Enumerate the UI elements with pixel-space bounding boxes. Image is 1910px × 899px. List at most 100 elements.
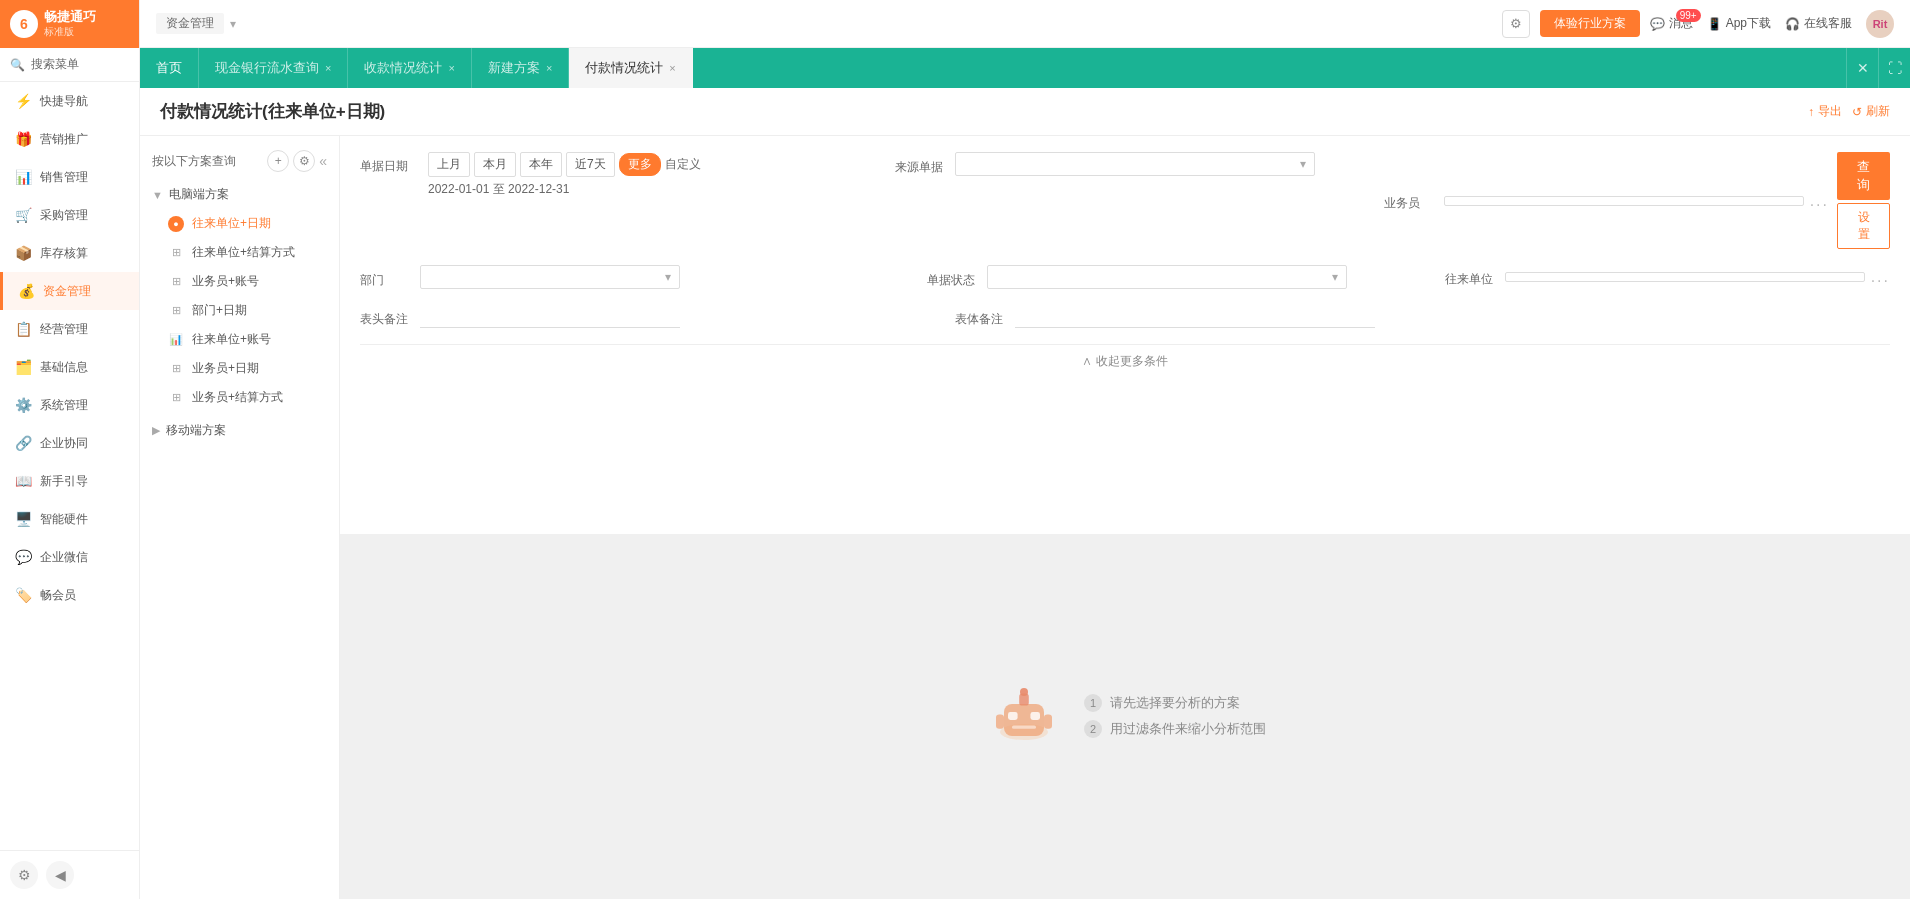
industry-button[interactable]: 体验行业方案 [1540, 10, 1640, 37]
sidebar-item-sales[interactable]: 📊 销售管理 [0, 158, 139, 196]
scheme-item-partner-settle[interactable]: ⊞ 往来单位+结算方式 [140, 238, 339, 267]
sidebar-item-label: 采购管理 [40, 207, 88, 224]
tab-receipt-stats-close[interactable]: × [448, 62, 454, 74]
sidebar-item-inventory[interactable]: 📦 库存核算 [0, 234, 139, 272]
tab-cash-flow-label: 现金银行流水查询 [215, 59, 319, 77]
messages-button[interactable]: 💬 消息 99+ [1650, 15, 1693, 32]
topbar-gear-button[interactable]: ⚙ [1502, 10, 1530, 38]
scheme-item-salesman-settle[interactable]: ⊞ 业务员+结算方式 [140, 383, 339, 412]
sidebar-item-label: 快捷导航 [40, 93, 88, 110]
tab-payment-stats[interactable]: 付款情况统计 × [569, 48, 692, 88]
scheme-item-salesman-account[interactable]: ⊞ 业务员+账号 [140, 267, 339, 296]
logo-icon: 6 [10, 10, 38, 38]
sidebar-item-label: 企业微信 [40, 549, 88, 566]
source-select[interactable]: ▾ [955, 152, 1315, 176]
partner-more-button[interactable]: ... [1871, 268, 1890, 286]
scheme-item-partner-date[interactable]: ● 往来单位+日期 [140, 209, 339, 238]
messages-badge: 99+ [1676, 9, 1701, 22]
collapse-label: 收起更多条件 [1096, 354, 1168, 368]
collapse-icon: ∧ [1082, 354, 1092, 368]
tip-text-2: 用过滤条件来缩小分析范围 [1110, 720, 1266, 738]
salesman-select[interactable] [1444, 196, 1804, 206]
scheme-item-label-3: 部门+日期 [192, 302, 247, 319]
sidebar-item-quick-nav[interactable]: ⚡ 快捷导航 [0, 82, 139, 120]
app-download-button[interactable]: 📱 App下载 [1707, 15, 1771, 32]
settings-button[interactable]: 设置 [1837, 203, 1890, 249]
tab-payment-stats-close[interactable]: × [669, 62, 675, 74]
sidebar-item-label: 智能硬件 [40, 511, 88, 528]
filter-row-2: 部门 ▾ 单据状态 ▾ [360, 265, 1890, 289]
date-7days[interactable]: 近7天 [566, 152, 615, 177]
tab-receipt-stats[interactable]: 收款情况统计 × [348, 48, 471, 88]
search-label: 搜索菜单 [31, 56, 79, 73]
app-icon: 📱 [1707, 17, 1722, 31]
salesman-filter-label: 业务员 [1384, 189, 1444, 212]
sidebar-item-purchase[interactable]: 🛒 采购管理 [0, 196, 139, 234]
salesman-filter: 业务员 ... 查询 设置 [1384, 152, 1890, 249]
scheme-desktop-group: ▼ 电脑端方案 ● 往来单位+日期 ⊞ 往来单位+结算方式 ⊞ 业务员+账号 [140, 180, 339, 412]
tab-new-plan-close[interactable]: × [546, 62, 552, 74]
window-maximize-button[interactable]: ⛶ [1878, 48, 1910, 88]
sidebar-item-capital[interactable]: 💰 资金管理 [0, 272, 139, 310]
tab-new-plan[interactable]: 新建方案 × [472, 48, 569, 88]
sidebar-item-wechat[interactable]: 💬 企业微信 [0, 538, 139, 576]
sidebar-nav: ⚡ 快捷导航 🎁 营销推广 📊 销售管理 🛒 采购管理 📦 库存核算 💰 资金管… [0, 82, 139, 850]
body-remark-label: 表体备注 [955, 305, 1015, 328]
scheme-item-partner-account[interactable]: 📊 往来单位+账号 [140, 325, 339, 354]
refresh-button[interactable]: ↺ 刷新 [1852, 103, 1890, 120]
query-button[interactable]: 查询 [1837, 152, 1890, 200]
search-menu[interactable]: 🔍 搜索菜单 [0, 48, 139, 82]
sidebar-item-operations[interactable]: 📋 经营管理 [0, 310, 139, 348]
scheme-settings-button[interactable]: ⚙ [293, 150, 315, 172]
service-button[interactable]: 🎧 在线客服 [1785, 15, 1852, 32]
body-remark-input[interactable] [1015, 305, 1375, 328]
svg-rect-1 [1004, 704, 1044, 736]
tab-home[interactable]: 首页 [140, 48, 199, 88]
sidebar-item-guide[interactable]: 📖 新手引导 [0, 462, 139, 500]
scheme-item-salesman-date[interactable]: ⊞ 业务员+日期 [140, 354, 339, 383]
sidebar-item-label: 营销推广 [40, 131, 88, 148]
scheme-item-icon-4: 📊 [168, 332, 184, 348]
page-header: 付款情况统计(往来单位+日期) ↑ 导出 ↺ 刷新 [140, 88, 1910, 136]
sidebar-item-enterprise[interactable]: 🔗 企业协同 [0, 424, 139, 462]
sidebar-item-marketing[interactable]: 🎁 营销推广 [0, 120, 139, 158]
breadcrumb-dropdown[interactable]: ▾ [230, 17, 236, 31]
sidebar-item-system[interactable]: ⚙️ 系统管理 [0, 386, 139, 424]
date-last-month[interactable]: 上月 [428, 152, 470, 177]
scheme-add-button[interactable]: + [267, 150, 289, 172]
date-this-year[interactable]: 本年 [520, 152, 562, 177]
partner-select[interactable] [1505, 272, 1865, 282]
scheme-group-header-mobile[interactable]: ▶ 移动端方案 [140, 416, 339, 445]
scheme-group-header-desktop[interactable]: ▼ 电脑端方案 [140, 180, 339, 209]
scheme-panel-title: 按以下方案查询 [152, 153, 236, 170]
empty-robot-icon [984, 676, 1064, 756]
date-more[interactable]: 更多 [619, 153, 661, 176]
header-remark-input[interactable] [420, 305, 680, 328]
window-close-button[interactable]: ✕ [1846, 48, 1878, 88]
tab-home-label: 首页 [156, 59, 182, 77]
sidebar-item-basic[interactable]: 🗂️ 基础信息 [0, 348, 139, 386]
topbar-right: 💬 消息 99+ 📱 App下载 🎧 在线客服 Rit [1650, 10, 1894, 38]
export-button[interactable]: ↑ 导出 [1808, 103, 1842, 120]
scheme-collapse-button[interactable]: « [319, 153, 327, 169]
sidebar-settings-button[interactable]: ⚙ [10, 861, 38, 889]
service-icon: 🎧 [1785, 17, 1800, 31]
breadcrumb: 资金管理 ▾ [156, 13, 1492, 34]
dept-select[interactable]: ▾ [420, 265, 680, 289]
tab-cash-flow[interactable]: 现金银行流水查询 × [199, 48, 348, 88]
collapse-bar[interactable]: ∧ 收起更多条件 [360, 344, 1890, 378]
sidebar-collapse-button[interactable]: ◀ [46, 861, 74, 889]
sidebar-item-hardware[interactable]: 🖥️ 智能硬件 [0, 500, 139, 538]
scheme-item-icon-1: ⊞ [168, 245, 184, 261]
tab-cash-flow-close[interactable]: × [325, 62, 331, 74]
status-select[interactable]: ▾ [987, 265, 1347, 289]
operations-icon: 📋 [14, 320, 32, 338]
date-this-month[interactable]: 本月 [474, 152, 516, 177]
avatar[interactable]: Rit [1866, 10, 1894, 38]
scheme-panel: 按以下方案查询 + ⚙ « ▼ 电脑端方案 ● [140, 136, 340, 899]
scheme-group-label-mobile: 移动端方案 [166, 422, 226, 439]
inventory-icon: 📦 [14, 244, 32, 262]
sidebar-item-member[interactable]: 🏷️ 畅会员 [0, 576, 139, 614]
salesman-more-button[interactable]: ... [1810, 192, 1829, 210]
scheme-item-dept-date[interactable]: ⊞ 部门+日期 [140, 296, 339, 325]
